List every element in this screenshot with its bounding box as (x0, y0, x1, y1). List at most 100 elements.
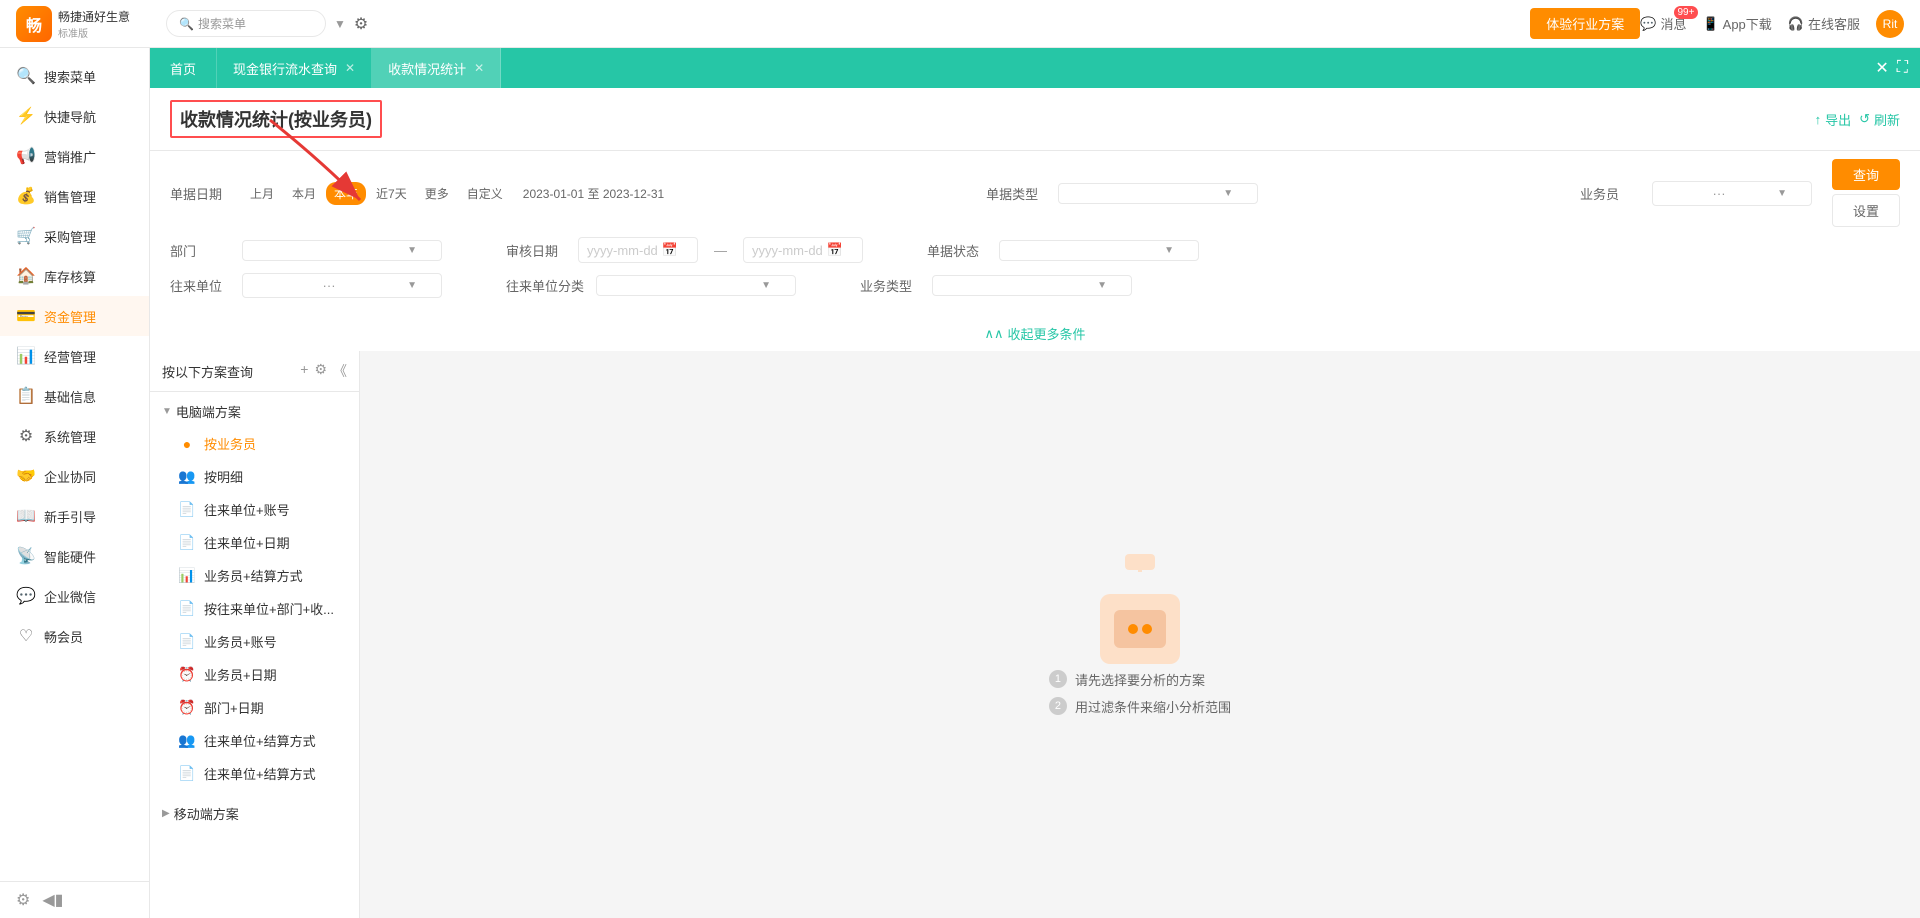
dept-select[interactable]: ▼ (242, 240, 442, 261)
sidebar-item-label: 企业微信 (44, 587, 96, 606)
scheme-item-party-settle1[interactable]: 👥 往来单位+结算方式 (150, 724, 359, 757)
scheme-item-dept-date[interactable]: ⏰ 部门+日期 (150, 691, 359, 724)
sidebar-item-hardware[interactable]: 📡 智能硬件 (0, 536, 149, 576)
tab-home[interactable]: 首页 (150, 48, 217, 88)
review-date-from[interactable]: yyyy-mm-dd 📅 (578, 237, 698, 263)
scheme-item-party-date[interactable]: 📄 往来单位+日期 (150, 526, 359, 559)
sidebar-item-search[interactable]: 🔍 搜索菜单 (0, 56, 149, 96)
party-select[interactable]: ··· ▼ (242, 273, 442, 298)
salesman-select[interactable]: ··· ▼ (1652, 181, 1812, 206)
calendar-icon-from: 📅 (662, 242, 678, 258)
sidebar-item-operation[interactable]: 📊 经营管理 (0, 336, 149, 376)
refresh-button[interactable]: ↺ 刷新 (1859, 110, 1900, 129)
tip-text-2: 用过滤条件来缩小分析范围 (1075, 697, 1231, 716)
biz-type-label: 业务类型 (860, 276, 920, 295)
scheme-item-sales-date[interactable]: ⏰ 业务员+日期 (150, 658, 359, 691)
online-service-button[interactable]: 🎧 在线客服 (1788, 14, 1860, 33)
scheme-item-by-salesman[interactable]: ● 按业务员 (150, 427, 359, 460)
sidebar-item-label: 智能硬件 (44, 547, 96, 566)
guide-icon: 📖 (16, 506, 36, 526)
sidebar-item-wechat[interactable]: 💬 企业微信 (0, 576, 149, 616)
scheme-item-sales-settle[interactable]: 📊 业务员+结算方式 (150, 559, 359, 592)
sidebar-item-base[interactable]: 📋 基础信息 (0, 376, 149, 416)
scheme-settings-button[interactable]: ⚙ (314, 361, 327, 381)
demo-button[interactable]: 体验行业方案 (1530, 8, 1640, 39)
scheme-collapse-button[interactable]: 《 (333, 361, 347, 381)
doc-type-select[interactable]: ▼ (1058, 183, 1258, 204)
sales-icon: 💰 (16, 186, 36, 206)
sidebar-item-member[interactable]: ♡ 畅会员 (0, 616, 149, 656)
sidebar-item-label: 销售管理 (44, 187, 96, 206)
date-tab-more[interactable]: 更多 (417, 182, 457, 205)
review-from-value: yyyy-mm-dd (587, 243, 658, 258)
scheme-group-mobile-title[interactable]: ▶ 移动端方案 (150, 798, 359, 829)
app-download-button[interactable]: 📱 App下载 (1702, 14, 1771, 33)
tab-receipt-stat-label: 收款情况统计 (388, 59, 466, 78)
doc-status-select[interactable]: ▼ (999, 240, 1199, 261)
tab-receipt-stat[interactable]: 收款情况统计 ✕ (372, 48, 501, 88)
export-icon: ↑ (1815, 112, 1822, 127)
sidebar-item-nav[interactable]: ⚡ 快捷导航 (0, 96, 149, 136)
party-arrow: ▼ (407, 280, 417, 291)
sidebar-item-sales[interactable]: 💰 销售管理 (0, 176, 149, 216)
sidebar-item-label: 库存核算 (44, 267, 96, 286)
set-button[interactable]: 设置 (1832, 194, 1900, 227)
export-button[interactable]: ↑ 导出 (1815, 110, 1852, 129)
scheme-item-party-dept[interactable]: 📄 按往来单位+部门+收... (150, 592, 359, 625)
scheme-item-party-settle2[interactable]: 📄 往来单位+结算方式 (150, 757, 359, 790)
tab-close-all[interactable]: ✕ (1875, 58, 1888, 78)
sidebar-item-purchase[interactable]: 🛒 采购管理 (0, 216, 149, 256)
party-settle2-icon: 📄 (178, 765, 196, 782)
scheme-add-button[interactable]: + (300, 361, 308, 381)
tab-home-label: 首页 (170, 59, 196, 78)
sidebar-item-collab[interactable]: 🤝 企业协同 (0, 456, 149, 496)
filter-section: 单据日期 上月 本月 本年 近7天 更多 自定义 2023-01-01 至 20… (150, 151, 1920, 312)
filter-row-3: 往来单位 ··· ▼ 往来单位分类 ▼ 业务类型 ▼ (170, 273, 1900, 298)
collapse-conditions-button[interactable]: ∧∧ 收起更多条件 (984, 324, 1085, 343)
sidebar-item-inventory[interactable]: 🏠 库存核算 (0, 256, 149, 296)
sidebar-item-finance[interactable]: 💳 资金管理 (0, 296, 149, 336)
filter-collapse-row: ∧∧ 收起更多条件 (150, 312, 1920, 351)
date-tab-this-year[interactable]: 本年 (326, 182, 366, 205)
nav-dropdown-icon[interactable]: ▼ (334, 17, 346, 31)
sidebar-item-label: 基础信息 (44, 387, 96, 406)
tab-bank-flow-close[interactable]: ✕ (345, 61, 355, 75)
party-cat-select[interactable]: ▼ (596, 275, 796, 296)
message-button[interactable]: 💬 消息 99+ (1640, 14, 1686, 33)
scheme-item-party-acct[interactable]: 📄 往来单位+账号 (150, 493, 359, 526)
date-tab-this-month[interactable]: 本月 (284, 182, 324, 205)
nav-icon: ⚡ (16, 106, 36, 126)
tab-receipt-stat-close[interactable]: ✕ (474, 61, 484, 75)
search-placeholder: 搜索菜单 (198, 15, 246, 32)
date-tab-last-month[interactable]: 上月 (242, 182, 282, 205)
party-dots[interactable]: ··· (323, 278, 336, 293)
scheme-item-detail[interactable]: 👥 按明细 (150, 460, 359, 493)
scheme-item-label: 按往来单位+部门+收... (204, 599, 334, 618)
date-tabs: 上月 本月 本年 近7天 更多 自定义 (242, 182, 511, 205)
scheme-item-label: 往来单位+结算方式 (204, 764, 316, 783)
scheme-item-sales-acct[interactable]: 📄 业务员+账号 (150, 625, 359, 658)
user-avatar[interactable]: Rit (1876, 10, 1904, 38)
scheme-item-label: 按业务员 (204, 434, 256, 453)
query-button[interactable]: 查询 (1832, 159, 1900, 190)
marketing-icon: 📢 (16, 146, 36, 166)
sidebar-collapse-icon[interactable]: ◀▮ (42, 890, 63, 910)
settings-icon[interactable]: ⚙ (354, 14, 368, 34)
review-date-to[interactable]: yyyy-mm-dd 📅 (743, 237, 863, 263)
tab-maximize[interactable]: ⛶ (1897, 59, 1908, 77)
group-expand-arrow: ▼ (162, 406, 172, 417)
sidebar-item-guide[interactable]: 📖 新手引导 (0, 496, 149, 536)
sidebar-item-marketing[interactable]: 📢 营销推广 (0, 136, 149, 176)
date-tab-7days[interactable]: 近7天 (368, 182, 415, 205)
sidebar-item-system[interactable]: ⚙ 系统管理 (0, 416, 149, 456)
more-dots[interactable]: ··· (1713, 186, 1726, 201)
tab-bank-flow[interactable]: 现金银行流水查询 ✕ (217, 48, 372, 88)
tip-text-1: 请先选择要分析的方案 (1075, 670, 1205, 689)
search-menu-input[interactable]: 🔍 搜索菜单 (166, 10, 326, 37)
biz-type-select[interactable]: ▼ (932, 275, 1132, 296)
scheme-group-desktop-title[interactable]: ▼ 电脑端方案 (150, 396, 359, 427)
scheme-header-title: 按以下方案查询 (162, 362, 253, 381)
date-tab-custom[interactable]: 自定义 (459, 182, 511, 205)
scheme-group-desktop: ▼ 电脑端方案 ● 按业务员 👥 按明细 📄 往来单位+账号 📄 往 (150, 392, 359, 794)
sidebar-settings-icon[interactable]: ⚙ (16, 890, 30, 910)
